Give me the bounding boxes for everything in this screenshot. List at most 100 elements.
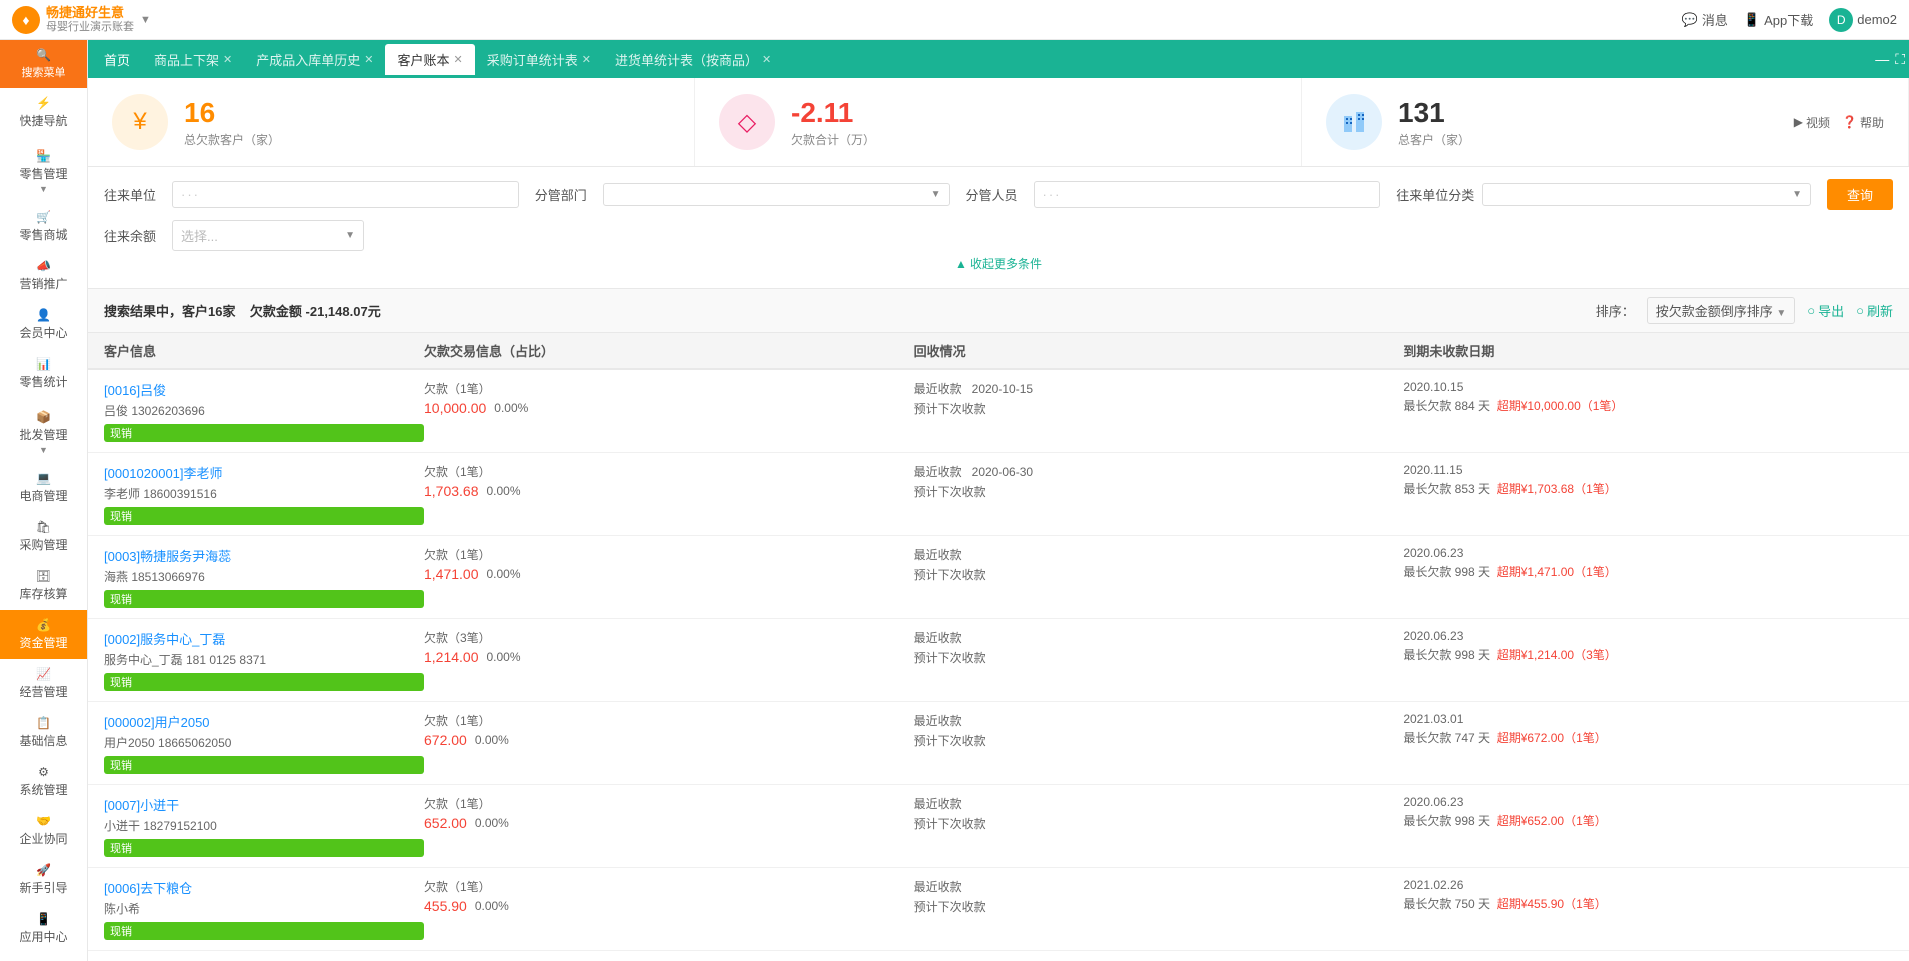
table-row: [000002]用户2050 用户2050 18665062050 现销 欠款（… (88, 702, 1909, 785)
sidebar-item-corp-wechat[interactable]: 💬 企业微信 (0, 953, 87, 961)
avatar: D (1829, 8, 1853, 32)
overdue-amount-6[interactable]: 超期¥455.90（1笔） (1497, 897, 1607, 911)
sidebar-item-retail-manage[interactable]: 🏪 零售管理 ▼ (0, 141, 87, 202)
sidebar-item-retail-mall[interactable]: 🛒 零售商城 (0, 202, 87, 251)
tab-label: 进货单统计表（按商品） (615, 50, 758, 69)
top-bar: ♦ 畅捷通好生意 母婴行业演示账套 ▼ 💬 消息 📱 App下载 D demo2 (0, 0, 1909, 40)
sidebar-item-quick-nav[interactable]: ⚡ 快捷导航 (0, 88, 87, 137)
app-download-button[interactable]: 📱 App下载 (1744, 10, 1813, 29)
collection-info-5: 最近收款 预计下次收款 (914, 795, 1404, 832)
sidebar-item-marketing[interactable]: 📣 营销推广 (0, 251, 87, 300)
customer-name-3[interactable]: [0002]服务中心_丁磊 (104, 629, 424, 648)
sidebar-item-finance[interactable]: 💰 资金管理 (0, 610, 87, 659)
tab-customer-account[interactable]: 客户账本 ✕ (385, 44, 474, 75)
unit-category-input[interactable]: ▼ (1482, 183, 1811, 206)
sidebar-item-system[interactable]: ⚙ 系统管理 (0, 757, 87, 806)
debt-info-4: 欠款（1笔） 672.00 0.00% (424, 712, 914, 748)
customer-phone-5: 小迸干 18279152100 (104, 817, 424, 834)
debt-info-1: 欠款（1笔） 1,703.68 0.00% (424, 463, 914, 499)
tab-close-icon[interactable]: ✕ (454, 53, 463, 66)
filter-source-unit: 往来单位 ··· (104, 181, 519, 208)
debt-info-6: 欠款（1笔） 455.90 0.00% (424, 878, 914, 914)
sidebar-item-label: 系统管理 (19, 781, 67, 798)
sidebar-item-member-center[interactable]: 👤 会员中心 (0, 300, 87, 349)
customer-name-1[interactable]: [0001020001]李老师 (104, 463, 424, 482)
help-button[interactable]: ❓ 帮助 (1842, 114, 1884, 131)
customer-name-4[interactable]: [000002]用户2050 (104, 712, 424, 731)
overdue-amount-2[interactable]: 超期¥1,471.00（1笔） (1497, 565, 1617, 579)
overdue-amount-3[interactable]: 超期¥1,214.00（3笔） (1497, 648, 1617, 662)
tabs-maximize-icon[interactable]: ⛶ (1895, 51, 1905, 68)
collapse-button[interactable]: ▲ 收起更多条件 (955, 255, 1042, 272)
sidebar-item-batch-manage[interactable]: 📦 批发管理 ▼ (0, 402, 87, 463)
last-payment-label-0: 最近收款 2020-10-15 (914, 380, 1404, 397)
sidebar-item-corp-collab[interactable]: 🤝 企业协同 (0, 806, 87, 855)
tabs-minimize-icon[interactable]: — (1875, 51, 1889, 67)
chevron-down-icon[interactable]: ▼ (140, 14, 151, 26)
customer-tag-6: 现销 (104, 922, 424, 940)
sidebar-item-label: 库存核算 (19, 585, 67, 602)
tab-instock-stats[interactable]: 进货单统计表（按商品） ✕ (603, 44, 783, 75)
source-unit-input[interactable]: ··· (172, 181, 519, 208)
collection-info-6: 最近收款 预计下次收款 (914, 878, 1404, 915)
sidebar-item-label: 零售管理 (19, 165, 67, 182)
sidebar-item-retail-stats[interactable]: 📊 零售统计 (0, 349, 87, 398)
search-button[interactable]: 查询 (1827, 179, 1893, 210)
sidebar-item-ops[interactable]: 📈 经营管理 (0, 659, 87, 708)
debt-count-0: 欠款（1笔） (424, 380, 914, 397)
stat-actions: ▶ 视频 ❓ 帮助 (1794, 114, 1884, 131)
filter-person: 分管人员 ··· (966, 181, 1381, 208)
sidebar-item-ecom[interactable]: 💻 电商管理 (0, 463, 87, 512)
tab-close-icon[interactable]: ✕ (762, 53, 771, 66)
sidebar-item-inventory[interactable]: 🗄 库存核算 (0, 561, 87, 610)
debt-percent-2: 0.00% (487, 567, 521, 581)
overdue-amount-5[interactable]: 超期¥652.00（1笔） (1497, 814, 1607, 828)
sort-dropdown-icon: ▼ (1776, 308, 1786, 319)
search-menu-button[interactable]: 🔍 搜索菜单 (0, 40, 87, 88)
overdue-date-0: 2020.10.15 (1403, 380, 1893, 394)
table-row: [0007]小迸干 小迸干 18279152100 现销 欠款（1笔） 652.… (88, 785, 1909, 868)
video-button[interactable]: ▶ 视频 (1794, 114, 1830, 131)
stat-overdue-customers: ¥ 16 总欠款客户（家） (88, 78, 695, 166)
user-profile-button[interactable]: D demo2 (1829, 8, 1897, 32)
sidebar-item-basic-info[interactable]: 📋 基础信息 (0, 708, 87, 757)
message-button[interactable]: 💬 消息 (1682, 10, 1728, 29)
tab-purchase-order-stats[interactable]: 采购订单统计表 ✕ (475, 44, 603, 75)
stat-info-total: 131 总客户（家） (1398, 97, 1470, 148)
input-dots: ··· (181, 187, 200, 202)
customer-name-0[interactable]: [0016]吕俊 (104, 380, 424, 399)
customer-name-2[interactable]: [0003]畅捷服务尹海蕊 (104, 546, 424, 565)
balance-select[interactable]: 选择... ▼ (172, 220, 364, 251)
debt-row-4: 672.00 0.00% (424, 732, 914, 748)
sidebar-item-purchase[interactable]: 🛍 采购管理 (0, 512, 87, 561)
tabs-right-actions: — ⛶ (1875, 51, 1905, 68)
customer-phone-4: 用户2050 18665062050 (104, 734, 424, 751)
customer-name-6[interactable]: [0006]去下粮仓 (104, 878, 424, 897)
customer-tag-0: 现销 (104, 424, 424, 442)
sidebar-item-new-guide[interactable]: 🚀 新手引导 (0, 855, 87, 904)
tab-close-icon[interactable]: ✕ (223, 53, 232, 66)
tab-close-icon[interactable]: ✕ (364, 53, 373, 66)
retail-manage-icon: 🏪 (36, 149, 51, 163)
tab-product-offshelf[interactable]: 商品上下架 ✕ (142, 44, 244, 75)
sidebar-item-app-center[interactable]: 📱 应用中心 (0, 904, 87, 953)
overdue-amount-4[interactable]: 超期¥672.00（1笔） (1497, 731, 1607, 745)
dept-input[interactable]: ▼ (603, 183, 950, 206)
debt-percent-5: 0.00% (475, 816, 509, 830)
download-icon: 📱 (1744, 12, 1760, 28)
collection-info-3: 最近收款 预计下次收款 (914, 629, 1404, 666)
tab-product-instock[interactable]: 产成品入库单历史 ✕ (244, 44, 385, 75)
export-button[interactable]: ○ 导出 (1807, 301, 1844, 320)
sort-select[interactable]: 按欠款金额倒序排序 ▼ (1647, 297, 1796, 324)
tab-close-icon[interactable]: ✕ (582, 53, 591, 66)
tab-home[interactable]: 首页 (92, 44, 142, 75)
overdue-amount-0[interactable]: 超期¥10,000.00（1笔） (1497, 399, 1624, 413)
customer-name-5[interactable]: [0007]小迸干 (104, 795, 424, 814)
person-input[interactable]: ··· (1034, 181, 1381, 208)
table-row: [0001020001]李老师 李老师 18600391516 现销 欠款（1笔… (88, 453, 1909, 536)
next-payment-label-1: 预计下次收款 (914, 483, 1404, 500)
refresh-button[interactable]: ○ 刷新 (1856, 301, 1893, 320)
debt-row-2: 1,471.00 0.00% (424, 566, 914, 582)
overdue-amount-1[interactable]: 超期¥1,703.68（1笔） (1497, 482, 1617, 496)
debt-percent-1: 0.00% (487, 484, 521, 498)
